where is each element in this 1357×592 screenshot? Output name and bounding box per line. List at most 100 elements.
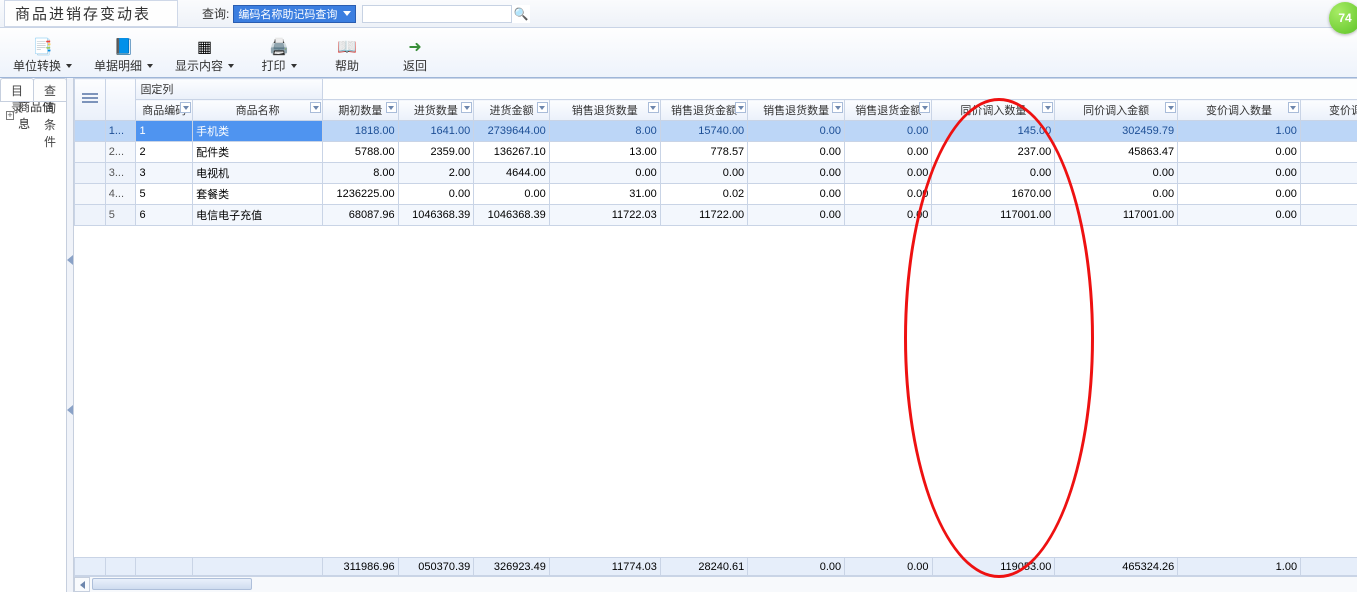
cell[interactable]: 2...: [105, 142, 136, 163]
cell[interactable]: [75, 163, 106, 184]
cell[interactable]: 1641.00: [398, 121, 474, 142]
cell[interactable]: [75, 142, 106, 163]
search-icon[interactable]: 🔍: [512, 5, 530, 23]
cell[interactable]: 2.00: [398, 163, 474, 184]
status-badge[interactable]: 74: [1329, 2, 1357, 34]
cell[interactable]: 0.00: [1300, 163, 1357, 184]
scroll-thumb[interactable]: [92, 578, 252, 590]
unit-convert-button[interactable]: 📑 单位转换: [8, 34, 77, 77]
filter-icon[interactable]: [461, 102, 472, 113]
cell[interactable]: 0.00: [1300, 142, 1357, 163]
cell[interactable]: 0.00: [748, 184, 845, 205]
col-code[interactable]: 商品编码: [136, 100, 193, 121]
filter-icon[interactable]: [310, 102, 321, 113]
show-content-button[interactable]: ▦ 显示内容: [170, 34, 239, 77]
cell[interactable]: 1236225.00: [323, 184, 399, 205]
cell[interactable]: 237.00: [932, 142, 1055, 163]
col-same-in-qty[interactable]: 同价调入数量: [932, 100, 1055, 121]
cell[interactable]: 0.00: [1178, 184, 1301, 205]
col-return-amt[interactable]: 销售退货金额: [660, 100, 747, 121]
cell[interactable]: 117001.00: [932, 205, 1055, 226]
cell[interactable]: 配件类: [193, 142, 323, 163]
cell[interactable]: [75, 121, 106, 142]
filter-icon[interactable]: [386, 102, 397, 113]
grid-scroll[interactable]: 固定列 商品编码 商品名称 期初数量 进货数量 进货金额 销售退货数量 销售退货…: [74, 78, 1357, 576]
cell[interactable]: 0.00: [845, 205, 932, 226]
filter-icon[interactable]: [648, 102, 659, 113]
cell[interactable]: 5: [105, 205, 136, 226]
cell[interactable]: 778.57: [660, 142, 747, 163]
cell[interactable]: 15740.00: [660, 121, 747, 142]
row-selector-header[interactable]: [75, 79, 106, 121]
col-diff-in-amt[interactable]: 变价调入金额: [1300, 100, 1357, 121]
help-button[interactable]: 📖 帮助: [319, 34, 375, 77]
cell[interactable]: 4...: [105, 184, 136, 205]
filter-icon[interactable]: [1288, 102, 1299, 113]
scroll-left-button[interactable]: [74, 577, 90, 592]
cell[interactable]: [75, 205, 106, 226]
tree-view[interactable]: + 商品信息: [0, 102, 66, 592]
query-mode-select[interactable]: 编码名称助记码查询: [233, 5, 356, 23]
filter-icon[interactable]: [919, 102, 930, 113]
tree-root[interactable]: + 商品信息: [6, 106, 60, 124]
back-button[interactable]: ➜ 返回: [387, 34, 443, 77]
cell[interactable]: 1.00: [1178, 121, 1301, 142]
cell[interactable]: 0.00: [748, 121, 845, 142]
cell[interactable]: 2739644.00: [474, 121, 550, 142]
scroll-track[interactable]: [90, 577, 1357, 592]
cell[interactable]: 11722.00: [660, 205, 747, 226]
col-return2-qty[interactable]: 销售退货数量: [748, 100, 845, 121]
cell[interactable]: 0.00: [932, 163, 1055, 184]
cell[interactable]: 2359.00: [398, 142, 474, 163]
rownum-header[interactable]: [105, 79, 136, 121]
cell[interactable]: 0.00: [845, 121, 932, 142]
cell[interactable]: 0.00: [1300, 205, 1357, 226]
cell[interactable]: 1: [136, 121, 193, 142]
cell[interactable]: 0.00: [1055, 184, 1178, 205]
cell[interactable]: 13.00: [549, 142, 660, 163]
table-row[interactable]: 56电信电子充值68087.961046368.391046368.391172…: [75, 205, 1357, 226]
cell[interactable]: 117001.00: [1055, 205, 1178, 226]
query-input[interactable]: [362, 5, 512, 23]
cell[interactable]: 手机类: [193, 121, 323, 142]
expand-icon[interactable]: +: [6, 111, 14, 120]
col-jinhuo-qty[interactable]: 进货数量: [398, 100, 474, 121]
cell[interactable]: 3: [136, 163, 193, 184]
table-row[interactable]: 3...3电视机8.002.004644.000.000.000.000.000…: [75, 163, 1357, 184]
cell[interactable]: 145.00: [932, 121, 1055, 142]
cell[interactable]: 5788.00: [323, 142, 399, 163]
cell[interactable]: 5: [136, 184, 193, 205]
cell[interactable]: 8.00: [549, 121, 660, 142]
table-row[interactable]: 2...2配件类5788.002359.00136267.1013.00778.…: [75, 142, 1357, 163]
cell[interactable]: 套餐类: [193, 184, 323, 205]
cell[interactable]: 0.00: [1300, 184, 1357, 205]
col-qichu-qty[interactable]: 期初数量: [323, 100, 399, 121]
cell[interactable]: [75, 184, 106, 205]
cell[interactable]: 0.00: [845, 184, 932, 205]
cell[interactable]: 2: [136, 142, 193, 163]
col-same-in-amt[interactable]: 同价调入金额: [1055, 100, 1178, 121]
cell[interactable]: 0.00: [549, 163, 660, 184]
cell[interactable]: 68087.96: [323, 205, 399, 226]
cell[interactable]: 302459.79: [1055, 121, 1178, 142]
cell[interactable]: 3...: [105, 163, 136, 184]
cell[interactable]: 0.00: [748, 205, 845, 226]
cell[interactable]: 1670.00: [932, 184, 1055, 205]
filter-icon[interactable]: [180, 102, 191, 113]
tab-catalog[interactable]: 目录: [0, 78, 34, 101]
filter-icon[interactable]: [735, 102, 746, 113]
cell[interactable]: 0.02: [660, 184, 747, 205]
cell[interactable]: 0.00: [845, 142, 932, 163]
cell[interactable]: 31.00: [549, 184, 660, 205]
cell[interactable]: 6: [136, 205, 193, 226]
cell[interactable]: 4644.00: [474, 163, 550, 184]
cell[interactable]: 0.00: [748, 142, 845, 163]
cell[interactable]: 0.00: [1178, 142, 1301, 163]
splitter[interactable]: [67, 78, 74, 592]
print-button[interactable]: 🖨️ 打印: [251, 34, 307, 77]
col-name[interactable]: 商品名称: [193, 100, 323, 121]
cell[interactable]: 45863.47: [1055, 142, 1178, 163]
cell[interactable]: 11722.03: [549, 205, 660, 226]
cell[interactable]: 1046368.39: [474, 205, 550, 226]
cell[interactable]: 0.00: [845, 163, 932, 184]
